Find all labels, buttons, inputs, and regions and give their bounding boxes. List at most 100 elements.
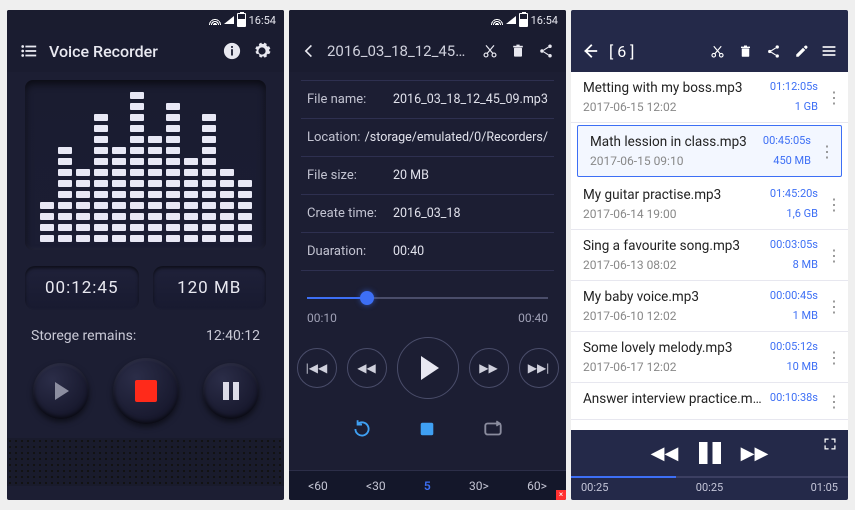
row-size: 1 GB — [770, 100, 818, 114]
time-total: 00:40 — [518, 311, 548, 325]
replay-icon[interactable] — [348, 415, 376, 443]
detail-value: 20 MB — [393, 168, 548, 183]
back-icon[interactable] — [581, 41, 599, 61]
clock: 16:54 — [531, 14, 558, 27]
row-menu-icon[interactable]: ⋮ — [819, 134, 833, 168]
row-title: Sing a favourite song.mp3 — [583, 238, 762, 254]
pause-button[interactable] — [203, 363, 259, 419]
share-icon[interactable] — [536, 41, 556, 61]
row-size: 1,6 GB — [770, 207, 818, 221]
menu-icon[interactable] — [820, 41, 838, 61]
loop-icon[interactable] — [479, 415, 507, 443]
recording-row[interactable]: Metting with my boss.mp301:12:05s⋮2017-0… — [571, 72, 848, 123]
trash-icon[interactable] — [508, 41, 528, 61]
detail-value: 2016_03_18_12_45_09.mp3 — [393, 92, 548, 107]
mini-time-b: 00:25 — [696, 481, 723, 494]
gear-icon[interactable] — [252, 41, 272, 61]
page-title: Voice Recorder — [49, 42, 212, 61]
list-icon[interactable] — [19, 41, 39, 61]
seek-step[interactable]: 5 — [424, 479, 431, 493]
file-details: File name:2016_03_18_12_45_09.mp3 Locati… — [301, 80, 554, 271]
file-size: 120 MB — [153, 266, 267, 310]
skip-back-icon[interactable]: |◀◀ — [297, 348, 337, 388]
row-date: 2017-06-17 12:02 — [583, 360, 762, 374]
row-date: 2017-06-13 08:02 — [583, 258, 762, 272]
recording-row[interactable]: My guitar practise.mp3 01:45:20s ⋮ 2017-06-… — [571, 179, 848, 230]
row-size: 450 MB — [763, 154, 811, 168]
back-icon[interactable] — [299, 41, 319, 61]
row-duration: 00:05:12s — [770, 340, 818, 356]
mini-player: ◀◀ ▶▶ 00:25 00:25 01:05 — [571, 430, 848, 500]
elapsed-time: 00:12:45 — [25, 266, 139, 310]
cut-icon[interactable] — [708, 41, 726, 61]
row-size: 1 MB — [770, 309, 818, 323]
storage-remains-label: Storege remains: — [31, 328, 136, 344]
current-filename: 2016_03_18_12_45_... — [327, 42, 472, 60]
signal-icon — [506, 16, 516, 24]
storage-remains-value: 12:40:12 — [206, 328, 260, 344]
seek-fwd-30[interactable]: 30> — [469, 479, 489, 493]
row-title: My guitar practise.mp3 — [583, 187, 762, 203]
recorder-topbar: Voice Recorder — [7, 30, 284, 72]
record-button[interactable] — [113, 358, 179, 424]
mini-forward-icon[interactable]: ▶▶ — [745, 443, 765, 463]
status-bar: 16:54 — [289, 10, 566, 30]
row-menu-icon[interactable]: ⋮ — [826, 80, 840, 114]
row-menu-icon[interactable]: ⋮ — [826, 340, 840, 374]
seek-fwd-60[interactable]: 60> — [527, 479, 547, 493]
detail-key: File name: — [307, 92, 393, 107]
edit-icon[interactable] — [792, 41, 810, 61]
share-icon[interactable] — [764, 41, 782, 61]
close-ad-icon[interactable]: × — [556, 490, 566, 500]
seek-back-60[interactable]: <60 — [308, 479, 328, 493]
row-date: 2017-06-14 19:00 — [583, 207, 762, 221]
row-title: My baby voice.mp3 — [583, 289, 762, 305]
row-title: Answer interview practice.mp3 — [583, 391, 762, 407]
row-duration: 00:03:05s — [770, 238, 818, 254]
speaker-grille — [7, 438, 284, 486]
row-menu-icon[interactable]: ⋮ — [826, 238, 840, 272]
row-duration: 00:10:38s — [770, 391, 818, 407]
expand-icon[interactable] — [820, 434, 840, 454]
row-menu-icon[interactable]: ⋮ — [826, 187, 840, 221]
player-screen: 16:54 2016_03_18_12_45_... File name:201… — [289, 10, 566, 500]
status-bar: 16:54 — [7, 10, 284, 30]
row-menu-icon[interactable]: ⋮ — [826, 391, 840, 411]
recording-row[interactable]: Sing a favourite song.mp3 00:03:05s ⋮ 2017-… — [571, 230, 848, 281]
row-size: 10 MB — [770, 360, 818, 374]
signal-icon — [224, 16, 234, 24]
detail-value: 2016_03_18 — [393, 206, 548, 221]
recording-row[interactable]: Math lession in class.mp300:45:05s⋮2017-… — [577, 125, 842, 177]
mini-time-total: 01:05 — [811, 481, 838, 494]
mini-rewind-icon[interactable]: ◀◀ — [655, 443, 675, 463]
seek-slider[interactable] — [307, 289, 548, 307]
detail-key: Create time: — [307, 206, 393, 221]
info-icon[interactable] — [222, 41, 242, 61]
row-menu-icon[interactable]: ⋮ — [826, 289, 840, 323]
row-duration: 00:45:05s — [763, 134, 811, 150]
rewind-icon[interactable]: ◀◀ — [347, 348, 387, 388]
mini-pause-icon[interactable] — [699, 442, 721, 464]
mini-time-a: 00:25 — [581, 481, 608, 494]
cut-icon[interactable] — [480, 41, 500, 61]
stop-icon[interactable] — [413, 415, 441, 443]
record-count: [ 6 ] — [609, 42, 698, 61]
trash-icon[interactable] — [736, 41, 754, 61]
play-icon[interactable] — [397, 337, 459, 399]
equalizer — [25, 80, 266, 250]
row-date: 2017-06-15 12:02 — [583, 100, 762, 114]
row-duration: 01:45:20s — [770, 187, 818, 203]
row-duration: 01:12:05s — [770, 80, 818, 96]
library-screen: [ 6 ] Metting with my boss.mp301:12:05s⋮… — [571, 10, 848, 500]
clock: 16:54 — [249, 14, 276, 27]
recording-row[interactable]: My baby voice.mp300:00:45s⋮2017-06-10 12… — [571, 281, 848, 332]
seek-back-30[interactable]: <30 — [366, 479, 386, 493]
recording-row[interactable]: Answer interview practice.mp3 00:10:38s ⋮ — [571, 383, 848, 420]
detail-value: 00:40 — [393, 244, 548, 259]
recording-list[interactable]: Metting with my boss.mp301:12:05s⋮2017-0… — [571, 72, 848, 430]
wifi-icon — [491, 16, 503, 25]
forward-icon[interactable]: ▶▶ — [469, 348, 509, 388]
recording-row[interactable]: Some lovely melody.mp300:05:12s⋮2017-06-… — [571, 332, 848, 383]
skip-forward-icon[interactable]: ▶▶| — [519, 348, 559, 388]
play-button[interactable] — [33, 363, 89, 419]
